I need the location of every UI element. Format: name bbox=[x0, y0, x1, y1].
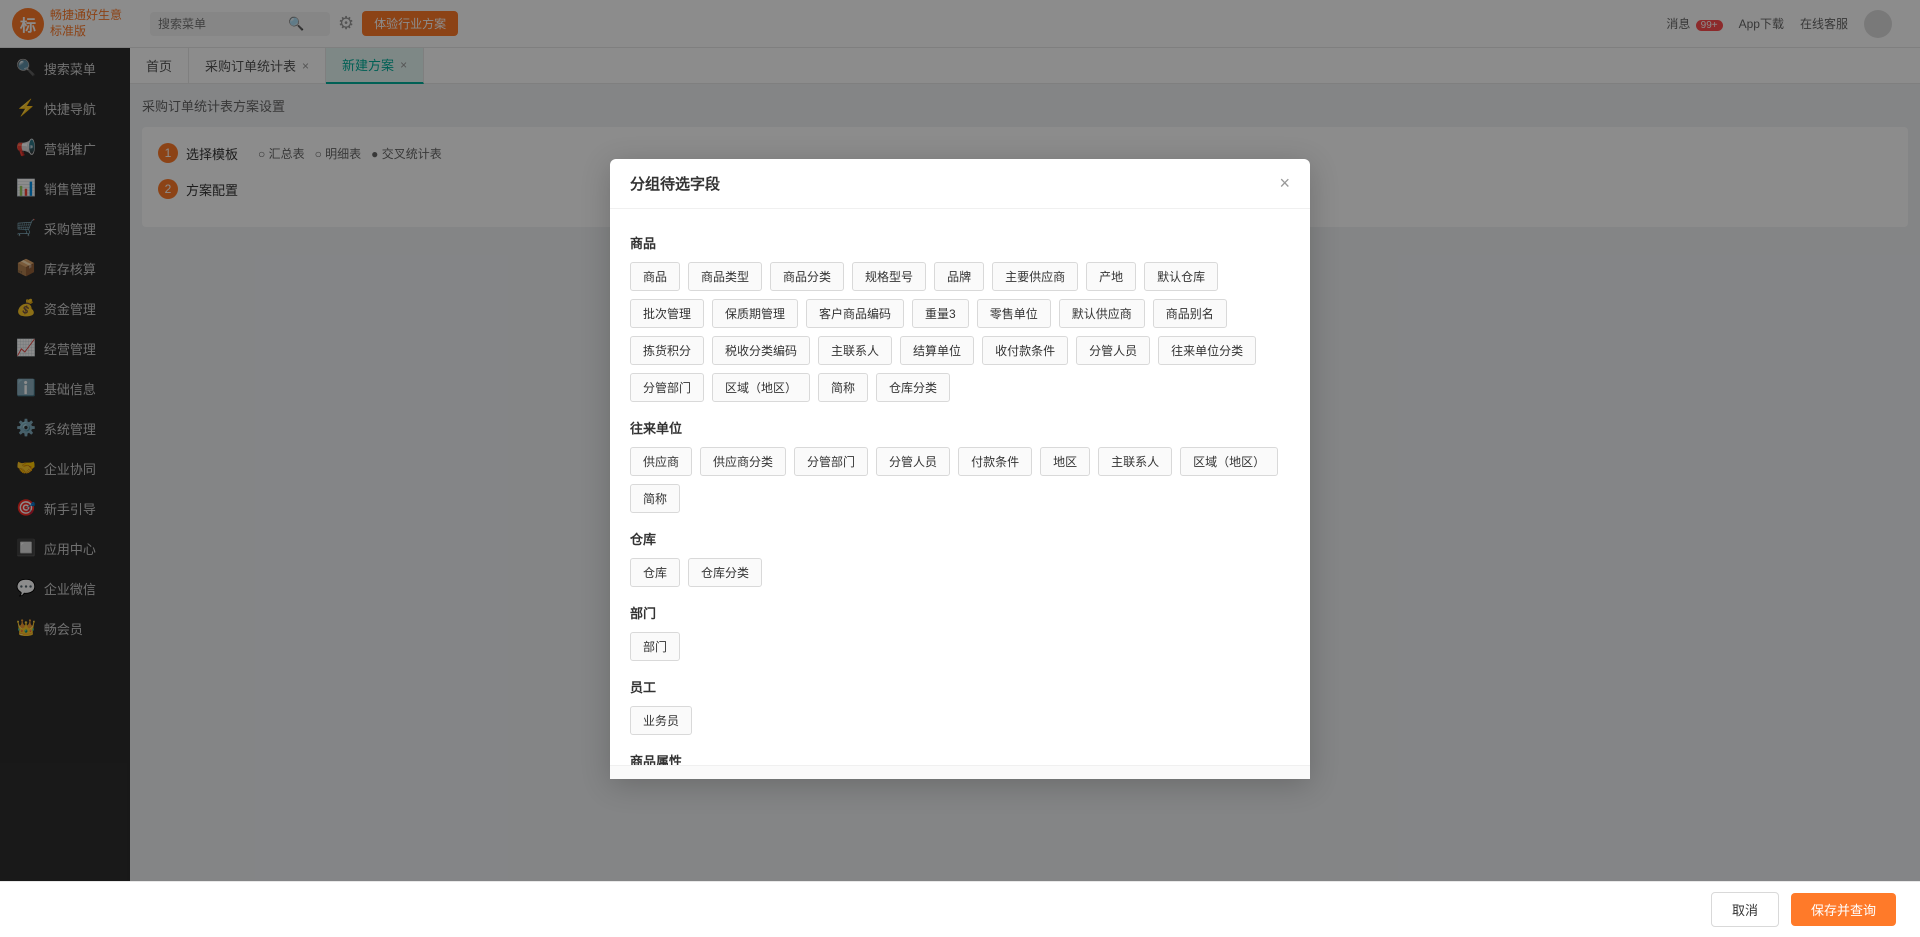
field-tag-products-13[interactable]: 默认供应商 bbox=[1059, 299, 1145, 328]
field-grid-department: 部门 bbox=[630, 632, 1290, 661]
field-tag-partners-6[interactable]: 主联系人 bbox=[1098, 447, 1172, 476]
field-tag-products-24[interactable]: 简称 bbox=[818, 373, 868, 402]
field-tag-partners-2[interactable]: 分管部门 bbox=[794, 447, 868, 476]
field-tag-products-8[interactable]: 批次管理 bbox=[630, 299, 704, 328]
field-tag-partners-4[interactable]: 付款条件 bbox=[958, 447, 1032, 476]
save-button[interactable]: 保存并查询 bbox=[1791, 893, 1896, 926]
field-tag-partners-5[interactable]: 地区 bbox=[1040, 447, 1090, 476]
field-tag-partners-3[interactable]: 分管人员 bbox=[876, 447, 950, 476]
section-title-product_attr: 商品属性 bbox=[630, 751, 1290, 766]
field-tag-products-10[interactable]: 客户商品编码 bbox=[806, 299, 904, 328]
field-tag-warehouse-0[interactable]: 仓库 bbox=[630, 558, 680, 587]
field-tag-products-0[interactable]: 商品 bbox=[630, 262, 680, 291]
section-title-department: 部门 bbox=[630, 603, 1290, 622]
modal-title: 分组待选字段 bbox=[630, 173, 720, 194]
modal-footer-scrollbar[interactable] bbox=[610, 765, 1310, 778]
section-title-staff: 员工 bbox=[630, 677, 1290, 696]
field-tag-products-16[interactable]: 税收分类编码 bbox=[712, 336, 810, 365]
field-tag-products-20[interactable]: 分管人员 bbox=[1076, 336, 1150, 365]
field-tag-products-23[interactable]: 区域（地区） bbox=[712, 373, 810, 402]
field-tag-products-2[interactable]: 商品分类 bbox=[770, 262, 844, 291]
section-title-products: 商品 bbox=[630, 233, 1290, 252]
field-tag-partners-8[interactable]: 简称 bbox=[630, 484, 680, 513]
field-tag-products-5[interactable]: 主要供应商 bbox=[992, 262, 1078, 291]
field-tag-products-9[interactable]: 保质期管理 bbox=[712, 299, 798, 328]
modal-close-button[interactable]: × bbox=[1279, 173, 1290, 194]
field-tag-products-14[interactable]: 商品别名 bbox=[1153, 299, 1227, 328]
field-tag-products-11[interactable]: 重量3 bbox=[912, 299, 969, 328]
field-grid-partners: 供应商供应商分类分管部门分管人员付款条件地区主联系人区域（地区） 简称 bbox=[630, 447, 1290, 513]
modal: 分组待选字段 × 商品商品商品类型商品分类规格型号品牌主要供应商产地默认仓库批次… bbox=[610, 159, 1310, 779]
field-tag-products-17[interactable]: 主联系人 bbox=[818, 336, 892, 365]
action-bar: 取消 保存并查询 bbox=[0, 881, 1920, 937]
field-tag-products-4[interactable]: 品牌 bbox=[934, 262, 984, 291]
section-title-partners: 往来单位 bbox=[630, 418, 1290, 437]
field-tag-products-25[interactable]: 仓库分类 bbox=[876, 373, 950, 402]
field-grid-warehouse: 仓库仓库分类 bbox=[630, 558, 1290, 587]
field-tag-products-12[interactable]: 零售单位 bbox=[977, 299, 1051, 328]
field-tag-products-18[interactable]: 结算单位 bbox=[900, 336, 974, 365]
field-grid-staff: 业务员 bbox=[630, 706, 1290, 735]
field-tag-products-19[interactable]: 收付款条件 bbox=[982, 336, 1068, 365]
field-tag-partners-7[interactable]: 区域（地区） bbox=[1180, 447, 1278, 476]
field-tag-products-22[interactable]: 分管部门 bbox=[630, 373, 704, 402]
section-title-warehouse: 仓库 bbox=[630, 529, 1290, 548]
field-grid-products: 商品商品类型商品分类规格型号品牌主要供应商产地默认仓库批次管理保质期管理客户商品… bbox=[630, 262, 1290, 402]
modal-body: 商品商品商品类型商品分类规格型号品牌主要供应商产地默认仓库批次管理保质期管理客户… bbox=[610, 209, 1310, 766]
field-tag-partners-0[interactable]: 供应商 bbox=[630, 447, 692, 476]
field-tag-products-3[interactable]: 规格型号 bbox=[852, 262, 926, 291]
field-tag-products-21[interactable]: 往来单位分类 bbox=[1158, 336, 1256, 365]
field-tag-products-1[interactable]: 商品类型 bbox=[688, 262, 762, 291]
field-tag-staff-0[interactable]: 业务员 bbox=[630, 706, 692, 735]
modal-header: 分组待选字段 × bbox=[610, 159, 1310, 209]
field-tag-products-15[interactable]: 拣货积分 bbox=[630, 336, 704, 365]
field-tag-department-0[interactable]: 部门 bbox=[630, 632, 680, 661]
field-tag-warehouse-1[interactable]: 仓库分类 bbox=[688, 558, 762, 587]
cancel-button[interactable]: 取消 bbox=[1711, 892, 1779, 927]
field-tag-products-6[interactable]: 产地 bbox=[1086, 262, 1136, 291]
field-tag-products-7[interactable]: 默认仓库 bbox=[1144, 262, 1218, 291]
field-tag-partners-1[interactable]: 供应商分类 bbox=[700, 447, 786, 476]
